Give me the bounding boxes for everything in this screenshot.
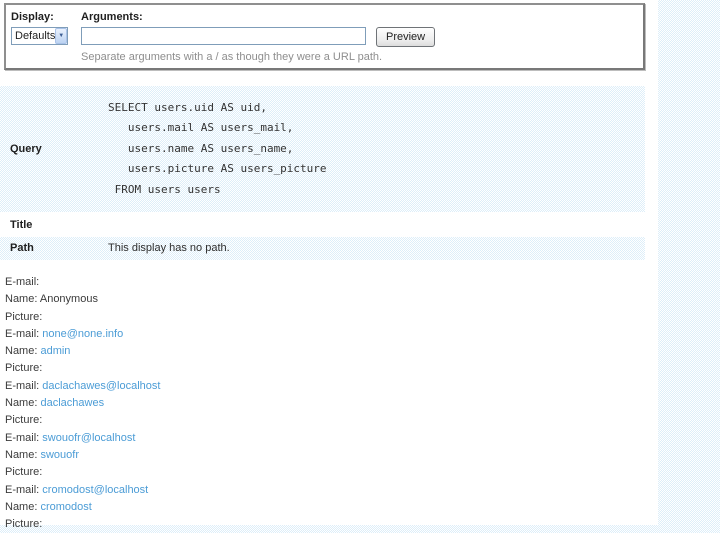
result-field-label: Picture: bbox=[5, 310, 43, 323]
arguments-input[interactable] bbox=[81, 27, 366, 45]
result-field-label: Picture: bbox=[5, 362, 43, 375]
query-row-label: Query bbox=[10, 143, 42, 155]
result-field-label: Picture: bbox=[5, 466, 43, 479]
path-row-value: This display has no path. bbox=[108, 242, 230, 254]
arguments-label: Arguments: bbox=[81, 11, 143, 23]
result-field-label: E-mail: bbox=[5, 379, 40, 392]
query-sql-text: SELECT users.uid AS uid, users.mail AS u… bbox=[108, 100, 327, 196]
live-preview-form: Display: Defaults ▼ Arguments: Preview S… bbox=[4, 3, 645, 70]
result-field-label: Picture: bbox=[5, 518, 43, 531]
title-row: Title bbox=[0, 212, 645, 237]
result-line: E-mail: bbox=[5, 274, 658, 291]
display-select[interactable]: Defaults ▼ bbox=[11, 27, 68, 45]
result-field-link[interactable]: cromodost@localhost bbox=[42, 484, 148, 496]
result-field-label: Name: bbox=[5, 345, 38, 358]
result-line: Picture: bbox=[5, 360, 658, 377]
result-field-label: E-mail: bbox=[5, 483, 40, 496]
result-line: Name: swouofr bbox=[5, 447, 658, 464]
result-field-label: E-mail: bbox=[5, 276, 40, 288]
display-label: Display: bbox=[11, 11, 54, 23]
result-field-label: Picture: bbox=[5, 414, 43, 427]
path-row-label: Path bbox=[10, 242, 34, 254]
chevron-down-icon: ▼ bbox=[55, 28, 67, 44]
result-line: Name: cromodost bbox=[5, 499, 658, 516]
result-field-link[interactable]: swouofr bbox=[40, 449, 79, 461]
result-line: E-mail: cromodost@localhost bbox=[5, 482, 658, 499]
result-field-label: E-mail: bbox=[5, 327, 40, 340]
preview-button[interactable]: Preview bbox=[376, 27, 436, 47]
view-summary-table: Query SELECT users.uid AS uid, users.mai… bbox=[0, 86, 645, 260]
arguments-description: Separate arguments with a / as though th… bbox=[81, 51, 383, 63]
query-row: Query SELECT users.uid AS uid, users.mai… bbox=[0, 86, 645, 212]
preview-results: E-mail: Name: Anonymous Picture: E-mail: no… bbox=[5, 274, 658, 533]
result-line: E-mail: none@none.info bbox=[5, 326, 658, 343]
result-line: Name: Anonymous bbox=[5, 291, 658, 308]
result-field-label: Name: bbox=[5, 397, 38, 410]
result-field-link[interactable]: admin bbox=[40, 345, 70, 357]
result-field-link[interactable]: swouofr@localhost bbox=[42, 432, 135, 444]
result-line: Picture: bbox=[5, 464, 658, 481]
result-field-link[interactable]: none@none.info bbox=[42, 328, 123, 340]
result-line: Picture: bbox=[5, 412, 658, 429]
result-field-label: Name: bbox=[5, 448, 38, 461]
result-field-value: Anonymous bbox=[39, 293, 98, 306]
result-field-link[interactable]: daclachawes@localhost bbox=[42, 380, 160, 392]
result-field-label: Name: bbox=[5, 500, 38, 513]
title-row-label: Title bbox=[10, 219, 33, 231]
page-background: { "colors": { "link": "#4b9cd6", "row_hi… bbox=[0, 0, 720, 530]
arguments-field: Arguments: Preview Separate arguments wi… bbox=[81, 11, 643, 68]
result-line: Name: admin bbox=[5, 343, 658, 360]
result-line: E-mail: daclachawes@localhost bbox=[5, 378, 658, 395]
result-field-link[interactable]: cromodost bbox=[40, 501, 91, 513]
result-field-link[interactable]: daclachawes bbox=[40, 397, 104, 409]
result-line: Name: daclachawes bbox=[5, 395, 658, 412]
display-field: Display: Defaults ▼ bbox=[11, 11, 69, 68]
path-row: Path This display has no path. bbox=[0, 237, 645, 260]
result-line: E-mail: swouofr@localhost bbox=[5, 430, 658, 447]
result-field-label: E-mail: bbox=[5, 431, 40, 444]
content-area: Display: Defaults ▼ Arguments: Preview S… bbox=[0, 0, 658, 530]
display-select-value: Defaults bbox=[15, 30, 56, 42]
result-line: Picture: bbox=[5, 309, 658, 326]
result-field-label: Name: bbox=[5, 293, 38, 306]
